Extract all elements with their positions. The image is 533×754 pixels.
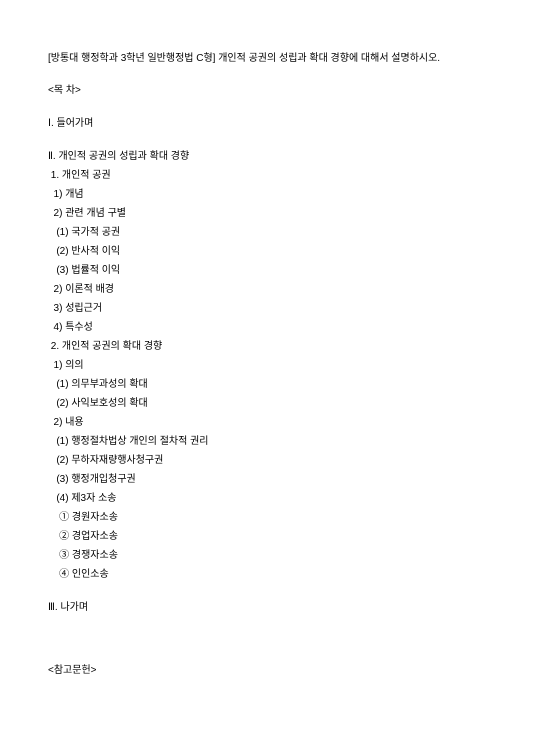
section-spacer (48, 631, 485, 645)
toc-item: 1. 개인적 공권 (48, 166, 485, 185)
toc-subitem: (4) 제3자 소송 (48, 489, 485, 508)
toc-item: 1) 개념 (48, 185, 485, 204)
toc-subsubitem: ① 경원자소송 (48, 508, 485, 527)
toc-subitem: (2) 반사적 이익 (48, 242, 485, 261)
toc-item: 2. 개인적 공권의 확대 경향 (48, 337, 485, 356)
toc-item: 2) 이론적 배경 (48, 280, 485, 299)
toc-header: <목 차> (48, 81, 485, 100)
toc-item: 3) 성립근거 (48, 299, 485, 318)
toc-subitem: (3) 법률적 이익 (48, 261, 485, 280)
section-1-header: Ⅰ. 들어가며 (48, 114, 485, 133)
toc-subitem: (1) 의무부과성의 확대 (48, 375, 485, 394)
toc-subitem: (3) 행정개입청구권 (48, 470, 485, 489)
section-2-header: Ⅱ. 개인적 공권의 성립과 확대 경향 (48, 147, 485, 166)
document-title: [방통대 행정학과 3학년 일반행정법 C형] 개인적 공권의 성립과 확대 경… (48, 50, 485, 67)
toc-subsubitem: ② 경업자소송 (48, 527, 485, 546)
toc-subitem: (1) 행정절차법상 개인의 절차적 권리 (48, 432, 485, 451)
toc-subsubitem: ③ 경쟁자소송 (48, 546, 485, 565)
section-spacer (48, 133, 485, 147)
section-spacer (48, 617, 485, 631)
toc-item: 4) 특수성 (48, 318, 485, 337)
toc-subsubitem: ④ 인인소송 (48, 565, 485, 584)
toc-item: 2) 내용 (48, 413, 485, 432)
toc-item: 2) 관련 개념 구별 (48, 204, 485, 223)
section-spacer (48, 584, 485, 598)
toc-subitem: (2) 사익보호성의 확대 (48, 394, 485, 413)
toc-subitem: (1) 국가적 공권 (48, 223, 485, 242)
toc-subitem: (2) 무하자재량행사청구권 (48, 451, 485, 470)
section-3-header: Ⅲ. 나가며 (48, 598, 485, 617)
references-header: <참고문헌> (48, 661, 485, 680)
toc-item: 1) 의의 (48, 356, 485, 375)
